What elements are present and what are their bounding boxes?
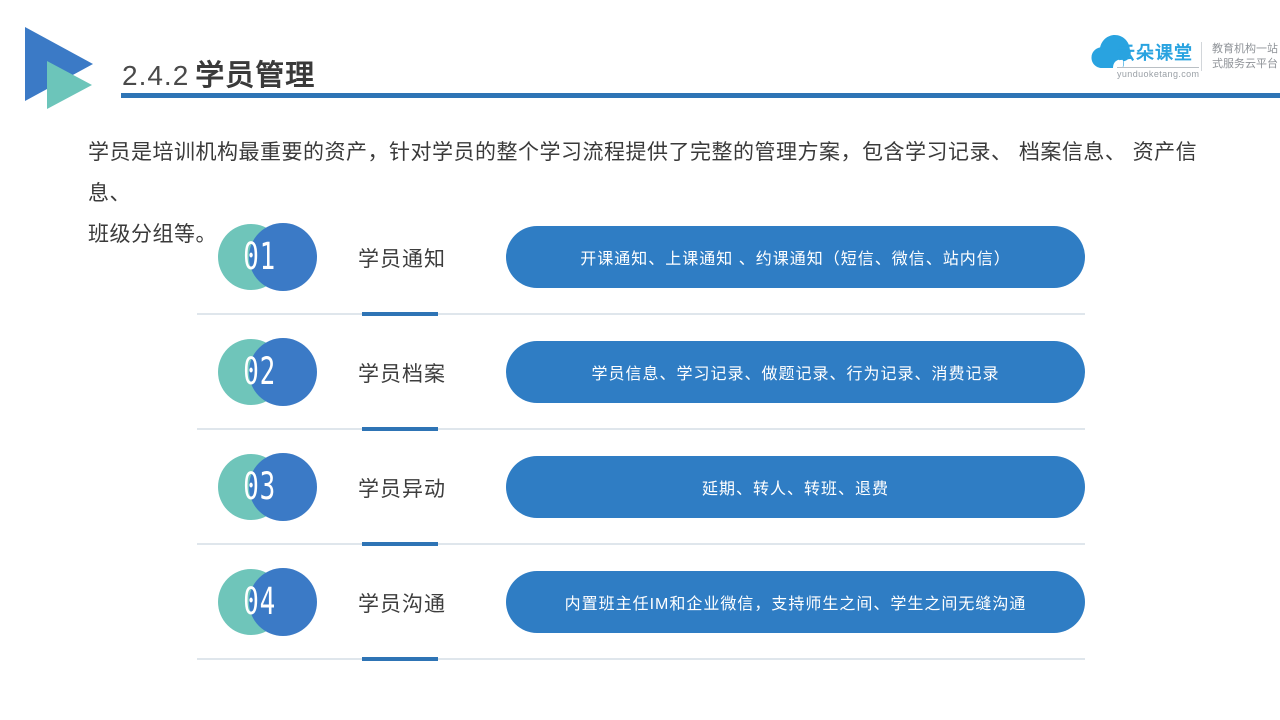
brand-tagline-line1: 教育机构一站 [1212, 42, 1278, 57]
feature-row: 03 学员异动 延期、转人、转班、退费 [197, 430, 1085, 545]
feature-description-pill: 学员信息、学习记录、做题记录、行为记录、消费记录 [506, 341, 1085, 403]
feature-label: 学员沟通 [327, 588, 477, 618]
feature-label: 学员档案 [327, 358, 477, 388]
step-number: 03 [243, 465, 272, 509]
title-underline-rule [121, 93, 1280, 98]
brand-name: 云朵课堂 [1117, 39, 1199, 65]
feature-row: 02 学员档案 学员信息、学习记录、做题记录、行为记录、消费记录 [197, 315, 1085, 430]
feature-description: 延期、转人、转班、退费 [702, 475, 889, 499]
feature-description: 学员信息、学习记录、做题记录、行为记录、消费记录 [591, 360, 999, 384]
step-number: 01 [243, 235, 272, 279]
brand-tagline: 教育机构一站 式服务云平台 [1212, 42, 1278, 72]
section-title: 学员管理 [195, 60, 315, 92]
slide: 2.4.2学员管理 云朵课堂 yunduoketang.com 教育机构一站 式… [0, 0, 1280, 720]
feature-row: 04 学员沟通 内置班主任IM和企业微信，支持师生之间、学生之间无缝沟通 [197, 545, 1085, 660]
label-accent-underline [362, 657, 438, 661]
brand-divider [1201, 42, 1202, 71]
feature-list: 01 学员通知 开课通知、上课通知 、约课通知（短信、微信、站内信） 02 学员… [197, 200, 1085, 660]
feature-description: 内置班主任IM和企业微信，支持师生之间、学生之间无缝沟通 [565, 590, 1027, 614]
feature-description: 开课通知、上课通知 、约课通知（短信、微信、站内信） [580, 245, 1010, 269]
step-number: 02 [243, 350, 272, 394]
section-number: 2.4.2 [122, 60, 189, 91]
feature-description-pill: 开课通知、上课通知 、约课通知（短信、微信、站内信） [506, 226, 1085, 288]
brand-tagline-line2: 式服务云平台 [1212, 57, 1278, 72]
page-title: 2.4.2学员管理 [122, 52, 315, 94]
feature-description-pill: 内置班主任IM和企业微信，支持师生之间、学生之间无缝沟通 [506, 571, 1085, 633]
feature-row: 01 学员通知 开课通知、上课通知 、约课通知（短信、微信、站内信） [197, 200, 1085, 315]
feature-description-pill: 延期、转人、转班、退费 [506, 456, 1085, 518]
step-number: 04 [243, 580, 272, 624]
brand-domain: yunduoketang.com [1117, 67, 1199, 79]
brand-block: 云朵课堂 yunduoketang.com [1117, 39, 1199, 79]
feature-label: 学员通知 [327, 243, 477, 273]
feature-label: 学员异动 [327, 473, 477, 503]
